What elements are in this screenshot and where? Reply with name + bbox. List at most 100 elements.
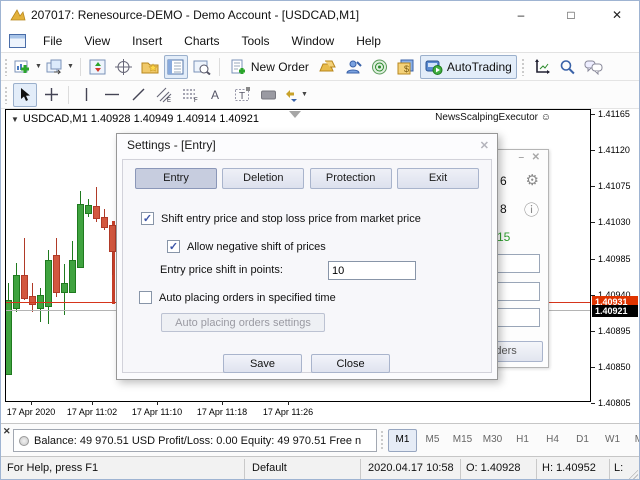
data-window-button[interactable] bbox=[112, 55, 136, 79]
panel-minimize-button[interactable]: – bbox=[518, 152, 524, 163]
market-watch-icon bbox=[89, 59, 106, 74]
resize-grip[interactable] bbox=[625, 467, 638, 479]
status-divider bbox=[536, 459, 537, 479]
connection-led-icon bbox=[19, 435, 29, 446]
menu-file[interactable]: File bbox=[32, 32, 73, 50]
timeframe-h1[interactable]: H1 bbox=[508, 429, 537, 452]
vertical-line-button[interactable] bbox=[74, 83, 98, 107]
status-divider bbox=[609, 459, 610, 479]
timeframe-m30[interactable]: M30 bbox=[478, 429, 507, 452]
close-dialog-button[interactable]: Close bbox=[311, 354, 390, 373]
timeframe-m1[interactable]: M1 bbox=[388, 429, 417, 452]
dialog-title-bar[interactable]: Settings - [Entry] bbox=[117, 134, 497, 158]
text-label-button[interactable]: T bbox=[230, 83, 254, 107]
expert-advisor-icon bbox=[346, 60, 362, 73]
smiley-icon: ☺ bbox=[540, 112, 551, 123]
price-axis-label: 1.41030 bbox=[598, 217, 631, 228]
signals-button[interactable] bbox=[368, 55, 392, 79]
chart-symbol-header[interactable]: ▼ USDCAD,M1 1.40928 1.40949 1.40914 1.409… bbox=[11, 113, 259, 125]
cursor-button[interactable] bbox=[13, 82, 37, 107]
status-profile[interactable]: Default bbox=[252, 462, 287, 474]
gear-icon[interactable]: ⚙ bbox=[526, 171, 539, 189]
timeframe-m5[interactable]: M5 bbox=[418, 429, 447, 452]
chart-shift-marker[interactable] bbox=[289, 111, 301, 118]
shift-price-checkbox[interactable]: ✓ bbox=[141, 212, 154, 225]
tab-entry[interactable]: Entry bbox=[135, 168, 217, 189]
arrows-button[interactable]: ▼ bbox=[282, 83, 309, 107]
maximize-button[interactable]: □ bbox=[563, 7, 579, 23]
horizontal-line-icon bbox=[105, 93, 119, 96]
strategy-tester-button[interactable] bbox=[190, 55, 214, 79]
chart-axes-button[interactable] bbox=[530, 55, 554, 79]
auto-placing-settings-button[interactable]: Auto placing orders settings bbox=[161, 313, 325, 332]
metaeditor-button[interactable] bbox=[316, 55, 340, 79]
shapes-button[interactable] bbox=[256, 83, 280, 107]
panel-close-button[interactable]: ✕ bbox=[532, 152, 540, 163]
trendline-button[interactable] bbox=[126, 83, 150, 107]
price-axis-label: 1.41120 bbox=[598, 145, 630, 156]
dialog-title: Settings - [Entry] bbox=[127, 138, 216, 152]
price-axis-tick bbox=[591, 258, 595, 260]
new-chart-button[interactable]: ▼ bbox=[13, 55, 43, 79]
toolbar-grip[interactable] bbox=[4, 57, 9, 76]
new-order-button[interactable]: New Order bbox=[225, 55, 314, 79]
new-order-icon bbox=[231, 59, 245, 74]
folder-star-icon bbox=[141, 62, 159, 73]
dialog-close-icon[interactable]: ✕ bbox=[480, 139, 489, 152]
svg-text:F: F bbox=[194, 98, 198, 103]
autotrading-button[interactable]: AutoTrading bbox=[419, 54, 517, 79]
terminal-toggle-button[interactable] bbox=[163, 54, 188, 79]
minimize-button[interactable]: – bbox=[513, 7, 529, 23]
profiles-button[interactable]: ▼ bbox=[45, 55, 75, 79]
menu-help[interactable]: Help bbox=[345, 32, 392, 50]
timeframe-toolbar-grip[interactable] bbox=[380, 430, 385, 450]
info-icon[interactable]: ⓘ bbox=[524, 199, 539, 220]
timeframe-m15[interactable]: M15 bbox=[448, 429, 477, 452]
text-button[interactable]: A bbox=[204, 83, 228, 107]
expert-advisors-button[interactable] bbox=[342, 55, 366, 79]
entry-shift-input[interactable] bbox=[328, 261, 416, 280]
search-button[interactable] bbox=[556, 55, 580, 79]
equidistant-channel-button[interactable]: E bbox=[152, 83, 176, 107]
svg-text:E: E bbox=[167, 98, 171, 103]
time-axis-tick bbox=[92, 401, 93, 405]
crosshair-button[interactable] bbox=[39, 83, 63, 107]
price-axis-label: 1.40895 bbox=[598, 325, 631, 336]
window-title: 207017: Renesource-DEMO - Demo Account -… bbox=[31, 8, 360, 22]
negative-shift-checkbox[interactable]: ✓ bbox=[167, 240, 180, 253]
tab-exit[interactable]: Exit bbox=[396, 168, 479, 189]
timeframe-mn[interactable]: MN bbox=[628, 429, 639, 452]
market-watch-button[interactable] bbox=[86, 55, 110, 79]
menu-view[interactable]: View bbox=[73, 32, 121, 50]
menu-charts[interactable]: Charts bbox=[173, 32, 230, 50]
auto-placing-checkbox[interactable] bbox=[139, 291, 152, 304]
toolbar-grip[interactable] bbox=[4, 85, 9, 104]
menu-window[interactable]: Window bbox=[281, 32, 346, 50]
profiles-icon bbox=[46, 59, 62, 74]
tab-protection[interactable]: Protection bbox=[309, 168, 392, 189]
auto-placing-row: Auto placing orders in specified time bbox=[139, 291, 336, 304]
toolbar-grip[interactable] bbox=[520, 57, 526, 76]
timeframe-w1[interactable]: W1 bbox=[598, 429, 627, 452]
tab-deletion[interactable]: Deletion bbox=[222, 168, 305, 189]
save-button[interactable]: Save bbox=[223, 354, 302, 373]
horizontal-line-button[interactable] bbox=[100, 83, 124, 107]
crosshair-tool-icon bbox=[44, 88, 58, 101]
close-button[interactable]: ✕ bbox=[609, 7, 625, 23]
menu-tools[interactable]: Tools bbox=[231, 32, 281, 50]
menu-insert[interactable]: Insert bbox=[121, 32, 173, 50]
terminal-panel-icon bbox=[167, 59, 184, 74]
standard-toolbar: ▼ ▼ New Order $ AutoTrading bbox=[1, 53, 639, 81]
terminal-close-icon[interactable]: ✕ bbox=[3, 426, 11, 437]
timeframe-h4[interactable]: H4 bbox=[538, 429, 567, 452]
title-bar: 207017: Renesource-DEMO - Demo Account -… bbox=[1, 1, 639, 30]
svg-text:$: $ bbox=[404, 64, 409, 74]
fibonacci-button[interactable]: F bbox=[178, 83, 202, 107]
dialog-body: Entry Deletion Protection Exit ✓ Shift e… bbox=[122, 159, 492, 373]
timeframe-d1[interactable]: D1 bbox=[568, 429, 597, 452]
chat-button[interactable] bbox=[582, 55, 606, 79]
navigator-button[interactable] bbox=[138, 55, 162, 79]
market-button[interactable]: $ bbox=[394, 55, 418, 79]
crosshair-icon bbox=[115, 58, 133, 75]
new-order-label: New Order bbox=[250, 59, 309, 74]
